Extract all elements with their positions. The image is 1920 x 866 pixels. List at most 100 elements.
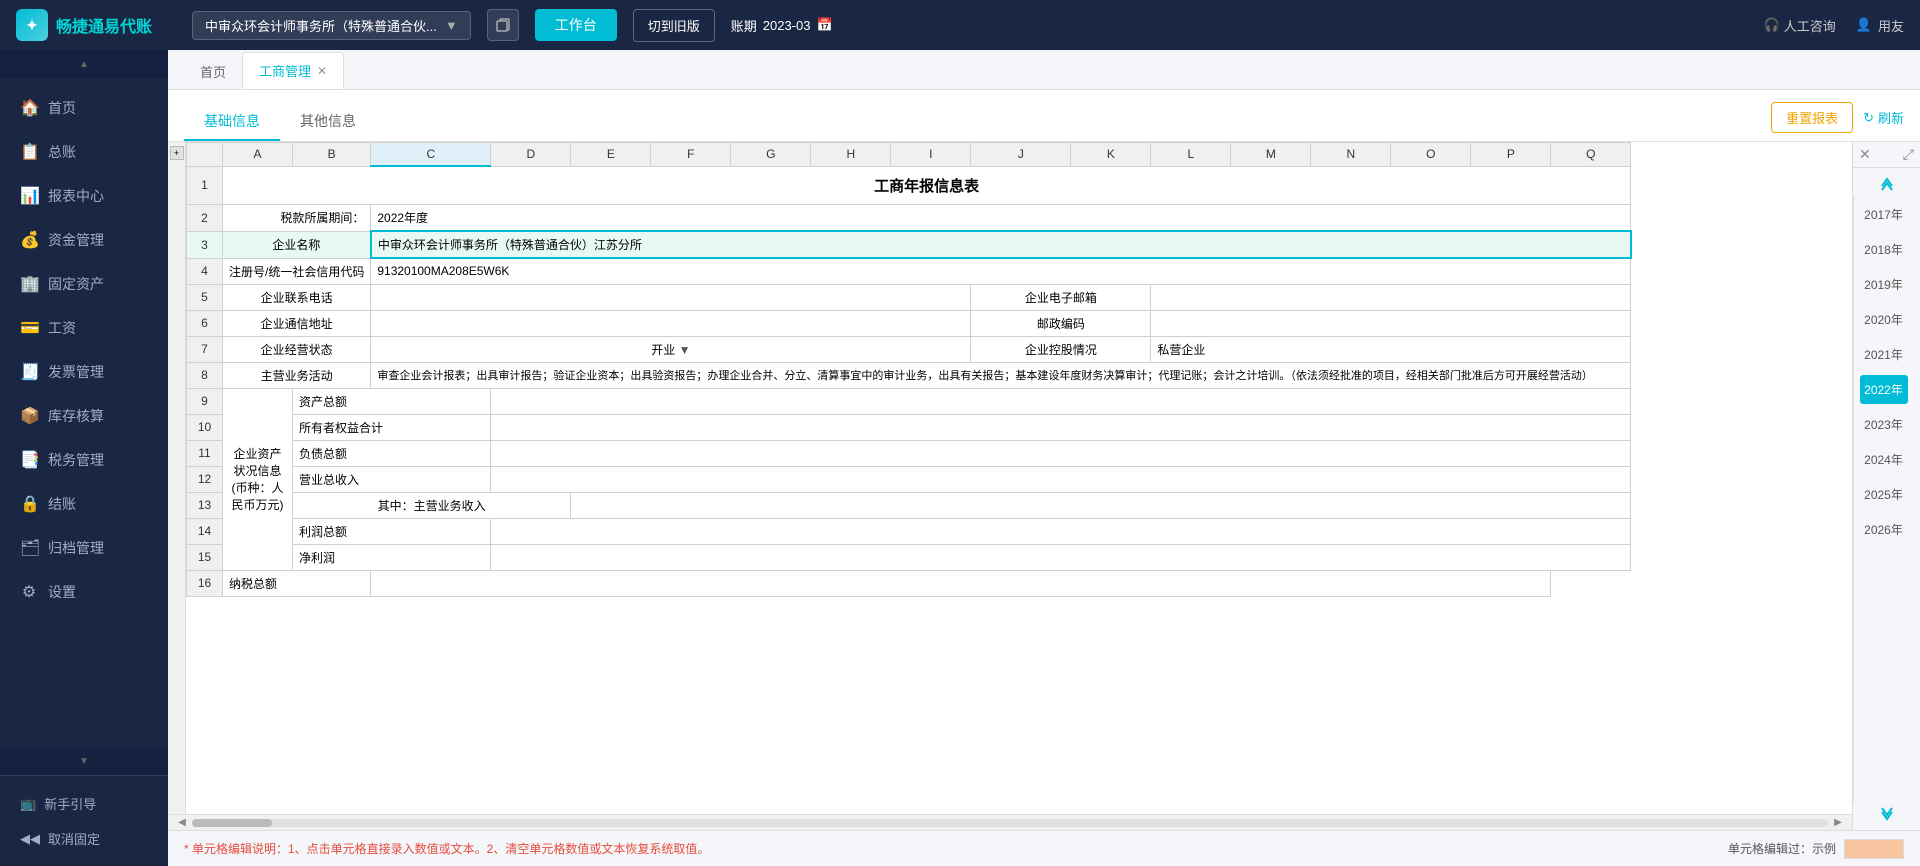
tab-business[interactable]: 工商管理 ✕ bbox=[242, 52, 344, 89]
year-2023[interactable]: 2023年 bbox=[1860, 410, 1908, 439]
old-version-button[interactable]: 切到旧版 bbox=[633, 9, 715, 42]
sidebar-item-invoice[interactable]: 🧾 发票管理 bbox=[0, 350, 168, 394]
cell-total-assets-value[interactable] bbox=[491, 388, 1631, 414]
cell-equity-value[interactable] bbox=[491, 414, 1631, 440]
col-a-header: A bbox=[223, 143, 293, 167]
copy-button[interactable] bbox=[487, 9, 519, 41]
cell-tax-total-value[interactable] bbox=[371, 570, 1551, 596]
row-num: 4 bbox=[187, 258, 223, 284]
cell-email-value[interactable] bbox=[1151, 284, 1631, 310]
tab-home-label: 首页 bbox=[200, 62, 226, 81]
inventory-icon: 📦 bbox=[20, 406, 38, 426]
cell-reg-value[interactable]: 91320100MA208E5W6K bbox=[371, 258, 1631, 284]
sidebar-item-home[interactable]: 🏠 首页 bbox=[0, 86, 168, 130]
archive-icon: 🗂 bbox=[20, 538, 38, 558]
table-row: 3 企业名称 中审众环会计师事务所（特殊普通合伙）江苏分所 bbox=[187, 231, 1631, 258]
year-2018[interactable]: 2018年 bbox=[1860, 235, 1908, 264]
logo-icon: ✦ bbox=[16, 9, 48, 41]
row-num: 7 bbox=[187, 336, 223, 362]
cell-postal-value[interactable] bbox=[1151, 310, 1631, 336]
tab-home[interactable]: 首页 bbox=[184, 54, 242, 89]
expand-panel-button[interactable]: ⤢ bbox=[1903, 146, 1914, 163]
sidebar-item-archive[interactable]: 🗂 归档管理 bbox=[0, 526, 168, 570]
invoice-icon: 🧾 bbox=[20, 362, 38, 382]
sub-tab-other[interactable]: 其他信息 bbox=[280, 103, 376, 141]
scroll-left-arrow[interactable]: ◀ bbox=[172, 817, 192, 828]
bottom-right: 单元格编辑过：示例 bbox=[1728, 839, 1904, 859]
sidebar-scroll-down[interactable]: ▼ bbox=[0, 747, 168, 775]
cell-net-profit-label: 净利润 bbox=[293, 544, 491, 570]
year-panel-down-arrow[interactable] bbox=[1853, 802, 1920, 830]
cell-profit-value[interactable] bbox=[491, 518, 1631, 544]
year-2025[interactable]: 2025年 bbox=[1860, 480, 1908, 509]
cell-holding-value[interactable]: 私营企业 bbox=[1151, 336, 1631, 362]
sidebar-scroll-up[interactable]: ▲ bbox=[0, 50, 168, 78]
expand-row-control[interactable]: + bbox=[170, 146, 184, 160]
spreadsheet-main: + A B C bbox=[168, 142, 1852, 830]
year-2024[interactable]: 2024年 bbox=[1860, 445, 1908, 474]
calendar-icon[interactable]: 📅 bbox=[816, 17, 832, 33]
sidebar-item-inventory[interactable]: 📦 库存核算 bbox=[0, 394, 168, 438]
refresh-button[interactable]: ↻ 刷新 bbox=[1863, 108, 1904, 127]
cell-main-revenue-value[interactable] bbox=[571, 492, 1631, 518]
year-panel-up-arrow[interactable] bbox=[1853, 168, 1920, 196]
col-b-header: B bbox=[293, 143, 371, 167]
workbench-button[interactable]: 工作台 bbox=[535, 9, 617, 41]
sidebar-item-assets[interactable]: 🏢 固定资产 bbox=[0, 262, 168, 306]
cell-company-label: 企业名称 bbox=[223, 231, 371, 258]
table-row: 2 税款所属期间： 2022年度 bbox=[187, 205, 1631, 232]
scroll-right-arrow[interactable]: ▶ bbox=[1828, 817, 1848, 828]
sub-tab-basic[interactable]: 基础信息 bbox=[184, 103, 280, 141]
year-2017[interactable]: 2017年 bbox=[1860, 200, 1908, 229]
year-2019[interactable]: 2019年 bbox=[1860, 270, 1908, 299]
service-button[interactable]: 🎧 人工咨询 bbox=[1764, 16, 1836, 35]
user-icon: 👤 bbox=[1856, 17, 1872, 33]
headset-icon: 🎧 bbox=[1764, 17, 1780, 33]
sidebar-item-finance[interactable]: 💰 资金管理 bbox=[0, 218, 168, 262]
year-2026[interactable]: 2026年 bbox=[1860, 515, 1908, 544]
user-info[interactable]: 👤 用友 bbox=[1856, 16, 1904, 35]
scroll-thumb[interactable] bbox=[192, 819, 272, 827]
sidebar-item-tax[interactable]: 📑 税务管理 bbox=[0, 438, 168, 482]
cell-address-value[interactable] bbox=[371, 310, 971, 336]
year-2021[interactable]: 2021年 bbox=[1860, 340, 1908, 369]
col-l-header: L bbox=[1151, 143, 1231, 167]
table-title[interactable]: 工商年报信息表 bbox=[223, 166, 1631, 205]
horizontal-scrollbar[interactable]: ◀ ▶ bbox=[168, 814, 1852, 830]
cell-revenue-value[interactable] bbox=[491, 466, 1631, 492]
sidebar-item-reports[interactable]: 📊 报表中心 bbox=[0, 174, 168, 218]
year-2020[interactable]: 2020年 bbox=[1860, 305, 1908, 334]
tab-close-icon[interactable]: ✕ bbox=[317, 64, 327, 78]
col-n-header: N bbox=[1311, 143, 1391, 167]
sidebar-item-label: 资金管理 bbox=[48, 230, 104, 250]
reports-icon: 📊 bbox=[20, 186, 38, 206]
tab-bar: 首页 工商管理 ✕ bbox=[168, 50, 1920, 90]
cell-net-profit-value[interactable] bbox=[491, 544, 1631, 570]
cell-biz-activity-value[interactable]: 审查企业会计报表；出具审计报告；验证企业资本；出具验资报告；办理企业合并、分立、… bbox=[371, 362, 1631, 388]
year-2022[interactable]: 2022年 bbox=[1860, 375, 1908, 404]
cell-biz-status-value[interactable]: 开业 ▼ bbox=[371, 336, 971, 362]
scroll-track[interactable] bbox=[192, 819, 1828, 827]
sidebar-item-payroll[interactable]: 💳 工资 bbox=[0, 306, 168, 350]
col-k-header: K bbox=[1071, 143, 1151, 167]
company-selector[interactable]: 中审众环会计师事务所（特殊普通合伙... ▼ bbox=[192, 11, 471, 40]
unpin-button[interactable]: ◀◀ 取消固定 bbox=[0, 821, 168, 856]
cell-company-value[interactable]: 中审众环会计师事务所（特殊普通合伙）江苏分所 bbox=[371, 231, 1631, 258]
sidebar-item-settings[interactable]: ⚙ 设置 bbox=[0, 570, 168, 614]
sidebar-item-closing[interactable]: 🔒 结账 bbox=[0, 482, 168, 526]
spreadsheet-scroll[interactable]: A B C D E F G H I J bbox=[186, 142, 1852, 814]
close-panel-button[interactable]: ✕ bbox=[1859, 146, 1871, 163]
row-num: 14 bbox=[187, 518, 223, 544]
cell-tax-period-value[interactable]: 2022年度 bbox=[371, 205, 1631, 232]
col-i-header: I bbox=[891, 143, 971, 167]
reset-button[interactable]: 重置报表 bbox=[1771, 102, 1853, 133]
cell-liabilities-label: 负债总额 bbox=[293, 440, 491, 466]
row-controls: + bbox=[168, 142, 186, 814]
cell-phone-value[interactable] bbox=[371, 284, 971, 310]
cell-email-label: 企业电子邮箱 bbox=[971, 284, 1151, 310]
new-guide-button[interactable]: 📺 新手引导 bbox=[0, 786, 168, 821]
cell-assets-label: 企业资产状况信息(币种：人民币万元) bbox=[223, 388, 293, 570]
cell-liabilities-value[interactable] bbox=[491, 440, 1631, 466]
col-j-header: J bbox=[971, 143, 1071, 167]
sidebar-item-ledger[interactable]: 📋 总账 bbox=[0, 130, 168, 174]
